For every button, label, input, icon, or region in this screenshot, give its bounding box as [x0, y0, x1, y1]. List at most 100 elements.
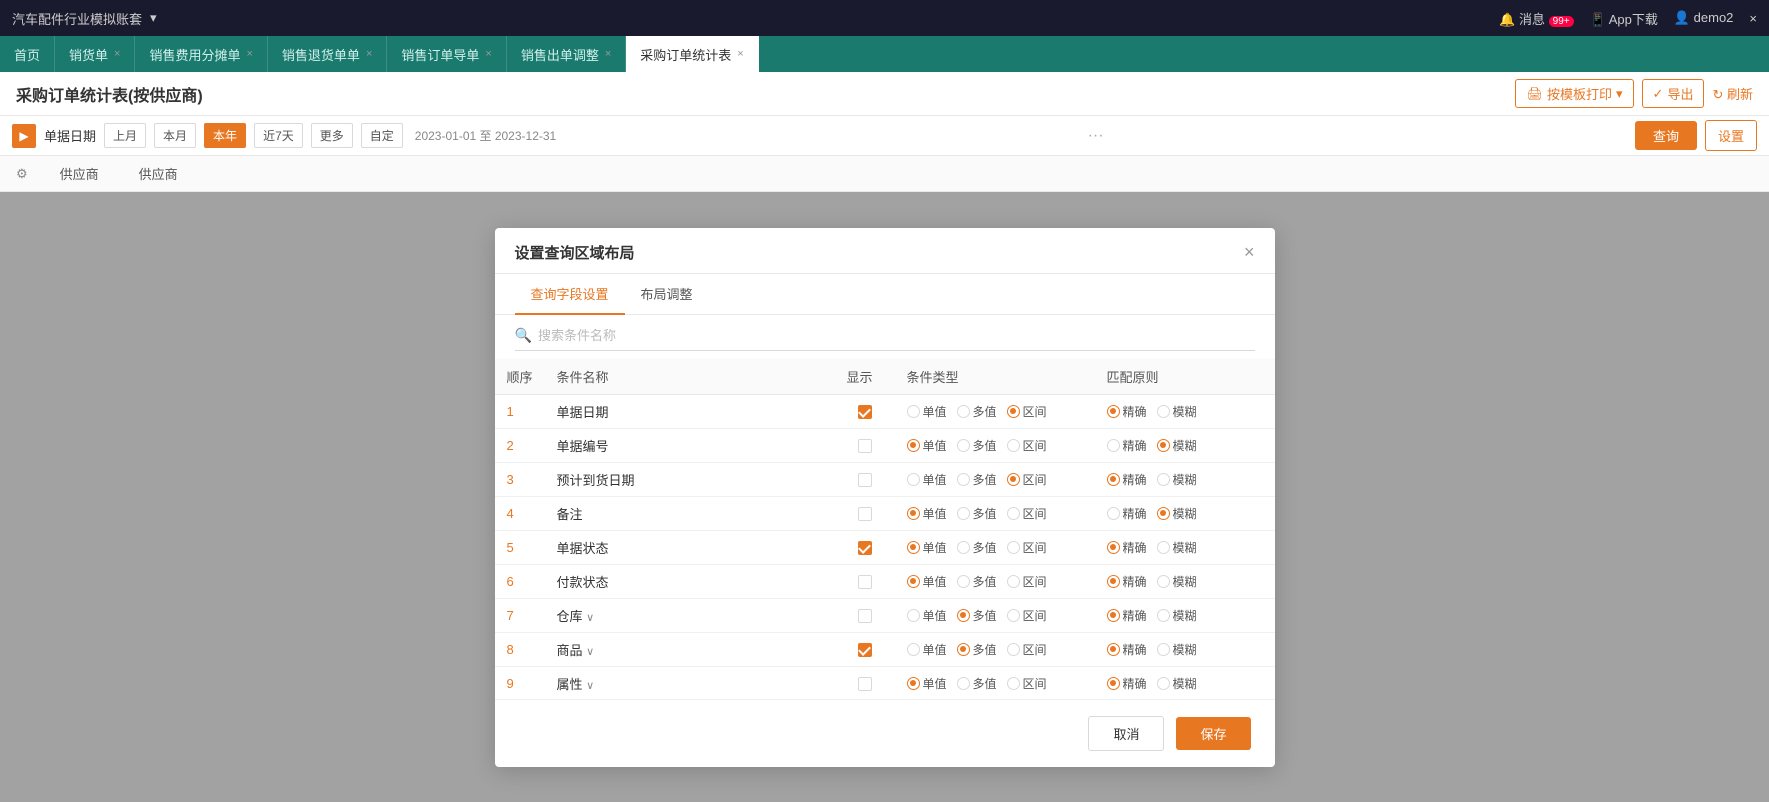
row-type[interactable]: 单值多值区间 [895, 428, 1095, 462]
type-radio-多值[interactable]: 多值 [957, 539, 997, 556]
row-match[interactable]: 精确模糊 [1095, 428, 1275, 462]
row-display[interactable] [835, 496, 895, 530]
tab-t5[interactable]: 销售出单调整 × [507, 36, 626, 72]
type-radio-多值[interactable]: 多值 [957, 607, 997, 624]
row-match[interactable]: 精确模糊 [1095, 530, 1275, 564]
row-type[interactable]: 单值多值区间 [895, 496, 1095, 530]
match-radio-精确[interactable]: 精确 [1107, 607, 1147, 624]
match-radio-模糊[interactable]: 模糊 [1157, 675, 1197, 692]
match-radio-模糊[interactable]: 模糊 [1157, 607, 1197, 624]
search-input[interactable] [538, 328, 738, 343]
row-display[interactable] [835, 564, 895, 598]
tab-purchase[interactable]: 采购订单统计表 × [626, 36, 758, 72]
row-type[interactable]: 单值多值区间 [895, 564, 1095, 598]
date-btn-this-year[interactable]: 本年 [204, 123, 246, 148]
tab-sales-close[interactable]: × [114, 48, 120, 60]
refresh-button[interactable]: ↻ 刷新 [1712, 84, 1753, 103]
match-radio-模糊[interactable]: 模糊 [1157, 573, 1197, 590]
type-radio-区间[interactable]: 区间 [1007, 437, 1047, 454]
type-radio-多值[interactable]: 多值 [957, 641, 997, 658]
row-match[interactable]: 精确模糊 [1095, 394, 1275, 428]
user-avatar[interactable]: 👤 demo2 [1674, 10, 1734, 26]
type-radio-单值[interactable]: 单值 [907, 607, 947, 624]
row-type[interactable]: 单值多值区间 [895, 394, 1095, 428]
type-radio-多值[interactable]: 多值 [957, 437, 997, 454]
download-icon[interactable]: 📱 App下载 [1590, 9, 1658, 28]
query-button[interactable]: 查询 [1635, 121, 1697, 150]
match-radio-模糊[interactable]: 模糊 [1157, 437, 1197, 454]
match-radio-精确[interactable]: 精确 [1107, 641, 1147, 658]
match-radio-模糊[interactable]: 模糊 [1157, 403, 1197, 420]
settings-button[interactable]: 设置 [1705, 120, 1757, 151]
row-display[interactable] [835, 428, 895, 462]
type-radio-单值[interactable]: 单值 [907, 471, 947, 488]
tab-t4-close[interactable]: × [485, 48, 491, 60]
topbar-close-icon[interactable]: × [1749, 11, 1757, 26]
tab-query-fields[interactable]: 查询字段设置 [515, 274, 625, 315]
row-match[interactable]: 精确模糊 [1095, 666, 1275, 699]
row-type[interactable]: 单值多值区间 [895, 462, 1095, 496]
match-radio-精确[interactable]: 精确 [1107, 471, 1147, 488]
display-checkbox[interactable] [858, 439, 872, 453]
row-display[interactable] [835, 394, 895, 428]
row-type[interactable]: 单值多值区间 [895, 530, 1095, 564]
type-radio-单值[interactable]: 单值 [907, 403, 947, 420]
display-checkbox[interactable] [858, 473, 872, 487]
row-type[interactable]: 单值多值区间 [895, 666, 1095, 699]
row-display[interactable] [835, 632, 895, 666]
type-radio-多值[interactable]: 多值 [957, 675, 997, 692]
type-radio-区间[interactable]: 区间 [1007, 539, 1047, 556]
save-button[interactable]: 保存 [1176, 717, 1250, 750]
tab-t3[interactable]: 销售退货单单 × [268, 36, 387, 72]
tab-fee-close[interactable]: × [246, 48, 252, 60]
tab-purchase-close[interactable]: × [737, 48, 743, 60]
match-radio-精确[interactable]: 精确 [1107, 403, 1147, 420]
type-radio-区间[interactable]: 区间 [1007, 675, 1047, 692]
type-radio-单值[interactable]: 单值 [907, 505, 947, 522]
display-checkbox[interactable] [858, 541, 872, 555]
tab-fee[interactable]: 销售费用分摊单 × [135, 36, 267, 72]
row-display[interactable] [835, 530, 895, 564]
row-match[interactable]: 精确模糊 [1095, 632, 1275, 666]
display-checkbox[interactable] [858, 677, 872, 691]
display-checkbox[interactable] [858, 609, 872, 623]
type-radio-多值[interactable]: 多值 [957, 471, 997, 488]
more-options-icon[interactable]: ··· [1088, 127, 1104, 145]
type-radio-多值[interactable]: 多值 [957, 573, 997, 590]
match-radio-模糊[interactable]: 模糊 [1157, 505, 1197, 522]
export-button[interactable]: ✓ 导出 [1642, 79, 1705, 108]
type-radio-区间[interactable]: 区间 [1007, 607, 1047, 624]
date-btn-more[interactable]: 更多 [311, 123, 353, 148]
match-radio-模糊[interactable]: 模糊 [1157, 471, 1197, 488]
type-radio-区间[interactable]: 区间 [1007, 505, 1047, 522]
type-radio-单值[interactable]: 单值 [907, 641, 947, 658]
display-checkbox[interactable] [858, 643, 872, 657]
tab-t3-close[interactable]: × [366, 48, 372, 60]
row-type[interactable]: 单值多值区间 [895, 598, 1095, 632]
display-checkbox[interactable] [858, 575, 872, 589]
tab-sales[interactable]: 销货单 × [55, 36, 135, 72]
match-radio-模糊[interactable]: 模糊 [1157, 539, 1197, 556]
match-radio-精确[interactable]: 精确 [1107, 539, 1147, 556]
row-match[interactable]: 精确模糊 [1095, 462, 1275, 496]
match-radio-精确[interactable]: 精确 [1107, 505, 1147, 522]
type-radio-区间[interactable]: 区间 [1007, 641, 1047, 658]
row-match[interactable]: 精确模糊 [1095, 564, 1275, 598]
type-radio-多值[interactable]: 多值 [957, 403, 997, 420]
type-radio-区间[interactable]: 区间 [1007, 403, 1047, 420]
type-radio-单值[interactable]: 单值 [907, 675, 947, 692]
row-match[interactable]: 精确模糊 [1095, 496, 1275, 530]
match-radio-精确[interactable]: 精确 [1107, 573, 1147, 590]
type-radio-单值[interactable]: 单值 [907, 539, 947, 556]
date-btn-7days[interactable]: 近7天 [254, 123, 303, 148]
display-checkbox[interactable] [858, 405, 872, 419]
tab-t4[interactable]: 销售订单导单 × [387, 36, 506, 72]
dialog-close-button[interactable]: × [1244, 243, 1255, 261]
type-radio-单值[interactable]: 单值 [907, 437, 947, 454]
type-radio-区间[interactable]: 区间 [1007, 573, 1047, 590]
row-display[interactable] [835, 598, 895, 632]
date-btn-this-month[interactable]: 本月 [154, 123, 196, 148]
print-button[interactable]: 🖨 按模板打印 ▾ [1515, 79, 1633, 108]
display-checkbox[interactable] [858, 507, 872, 521]
match-radio-模糊[interactable]: 模糊 [1157, 641, 1197, 658]
